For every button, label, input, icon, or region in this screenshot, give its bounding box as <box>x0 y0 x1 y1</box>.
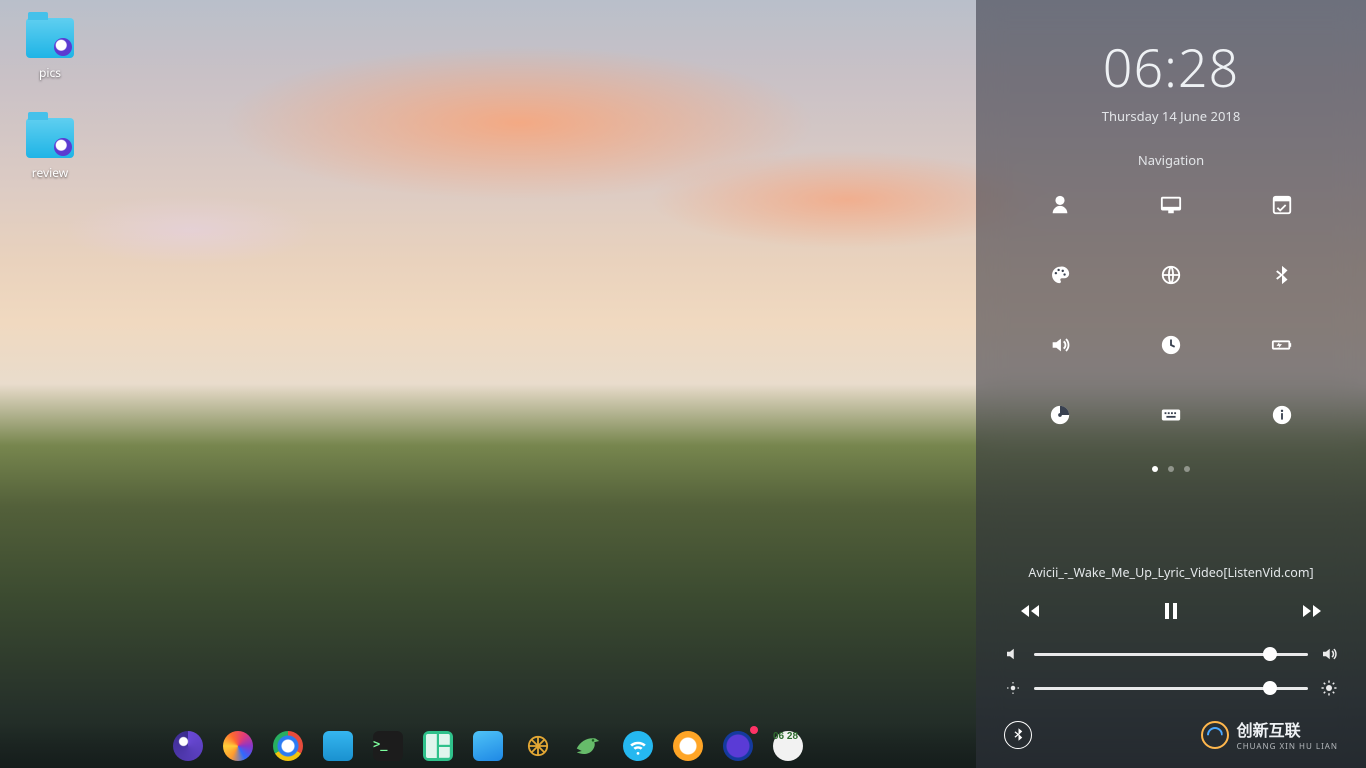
skip-forward-icon <box>1300 599 1324 623</box>
nav-pager[interactable] <box>1004 455 1338 477</box>
nav-network[interactable] <box>1151 255 1191 295</box>
bird-icon <box>573 731 603 761</box>
nav-appearance[interactable] <box>1040 255 1080 295</box>
media-next-button[interactable] <box>1294 593 1330 629</box>
desktop-icon-review[interactable]: review <box>14 118 86 181</box>
user-icon <box>1049 194 1071 216</box>
navigation-title: Navigation <box>1004 151 1338 169</box>
firefox-icon <box>223 731 253 761</box>
task-wifi[interactable] <box>620 728 656 764</box>
purple-app-icon <box>723 731 753 761</box>
task-launcher[interactable] <box>170 728 206 764</box>
brightness-high-icon <box>1320 679 1338 697</box>
panel-clock-date: Thursday 14 June 2018 <box>1004 107 1338 125</box>
monitor-icon <box>1160 194 1182 216</box>
task-orange-app[interactable] <box>670 728 706 764</box>
files-icon <box>323 731 353 761</box>
task-clock-widget[interactable]: 06 28 <box>770 728 806 764</box>
media-prev-button[interactable] <box>1012 593 1048 629</box>
task-photos[interactable] <box>470 728 506 764</box>
tray-bluetooth-toggle[interactable] <box>1004 721 1032 749</box>
bluetooth-icon <box>1011 727 1026 742</box>
task-wheel[interactable] <box>520 728 556 764</box>
desktop-icon-pics[interactable]: pics <box>14 18 86 81</box>
task-firefox[interactable] <box>220 728 256 764</box>
nav-keyboard[interactable] <box>1151 395 1191 435</box>
brightness-slider-row <box>1004 679 1338 697</box>
brand-mark-icon <box>1201 721 1229 749</box>
battery-icon <box>1271 334 1293 356</box>
nav-sound[interactable] <box>1040 325 1080 365</box>
brand-logo: 创新互联 CHUANG XIN HU LIAN <box>1201 717 1338 752</box>
nav-storage[interactable] <box>1040 395 1080 435</box>
wheel-icon <box>527 735 549 757</box>
wifi-icon <box>623 731 653 761</box>
brand-subtitle: CHUANG XIN HU LIAN <box>1237 741 1338 752</box>
brightness-thumb[interactable] <box>1263 681 1277 695</box>
nav-time[interactable] <box>1151 325 1191 365</box>
volume-thumb[interactable] <box>1263 647 1277 661</box>
volume-mute-icon <box>1004 645 1022 663</box>
media-track-title: Avicii_-_Wake_Me_Up_Lyric_Video[ListenVi… <box>1004 564 1338 581</box>
volume-slider[interactable] <box>1034 653 1308 656</box>
pager-dot-3[interactable] <box>1184 466 1190 472</box>
pause-icon <box>1159 599 1183 623</box>
pager-dot-2[interactable] <box>1168 466 1174 472</box>
task-tiling[interactable] <box>420 728 456 764</box>
nav-user[interactable] <box>1040 185 1080 225</box>
terminal-icon <box>373 731 403 761</box>
folder-icon <box>26 18 74 58</box>
palette-icon <box>1049 264 1071 286</box>
skip-back-icon <box>1018 599 1042 623</box>
launcher-icon <box>173 731 203 761</box>
nav-display[interactable] <box>1151 185 1191 225</box>
globe-icon <box>1160 264 1182 286</box>
task-chrome[interactable] <box>270 728 306 764</box>
clock-widget-text: 06 28 <box>773 732 803 742</box>
brightness-slider[interactable] <box>1034 687 1308 690</box>
task-files[interactable] <box>320 728 356 764</box>
desktop-icon-label: review <box>14 164 86 181</box>
folder-icon <box>26 118 74 158</box>
desktop-icon-label: pics <box>14 64 86 81</box>
nav-about[interactable] <box>1262 395 1302 435</box>
clock-widget-icon: 06 28 <box>773 731 803 761</box>
nav-bluetooth[interactable] <box>1262 255 1302 295</box>
brightness-low-icon <box>1004 679 1022 697</box>
disk-icon <box>1049 404 1071 426</box>
info-icon <box>1271 404 1293 426</box>
task-bird[interactable] <box>570 728 606 764</box>
panel-clock-time: 06:28 <box>1004 32 1338 103</box>
task-purple-app[interactable] <box>720 728 756 764</box>
navigation-grid <box>1004 185 1338 435</box>
task-terminal[interactable] <box>370 728 406 764</box>
taskbar: 06 28 <box>0 724 976 768</box>
tiling-icon <box>423 731 453 761</box>
bluetooth-icon <box>1271 264 1293 286</box>
volume-slider-row <box>1004 645 1338 663</box>
orange-app-icon <box>673 731 703 761</box>
photos-icon <box>473 731 503 761</box>
nav-applications[interactable] <box>1262 185 1302 225</box>
brand-title: 创新互联 <box>1237 719 1301 741</box>
keyboard-icon <box>1160 404 1182 426</box>
volume-icon <box>1049 334 1071 356</box>
side-panel: 06:28 Thursday 14 June 2018 Navigation A… <box>976 0 1366 768</box>
chrome-icon <box>273 731 303 761</box>
media-section: Avicii_-_Wake_Me_Up_Lyric_Video[ListenVi… <box>1004 534 1338 752</box>
nav-power[interactable] <box>1262 325 1302 365</box>
volume-high-icon <box>1320 645 1338 663</box>
pager-dot-1[interactable] <box>1152 466 1158 472</box>
clock-icon <box>1160 334 1182 356</box>
apps-icon <box>1271 194 1293 216</box>
update-badge-icon <box>750 726 758 734</box>
media-play-pause-button[interactable] <box>1153 593 1189 629</box>
